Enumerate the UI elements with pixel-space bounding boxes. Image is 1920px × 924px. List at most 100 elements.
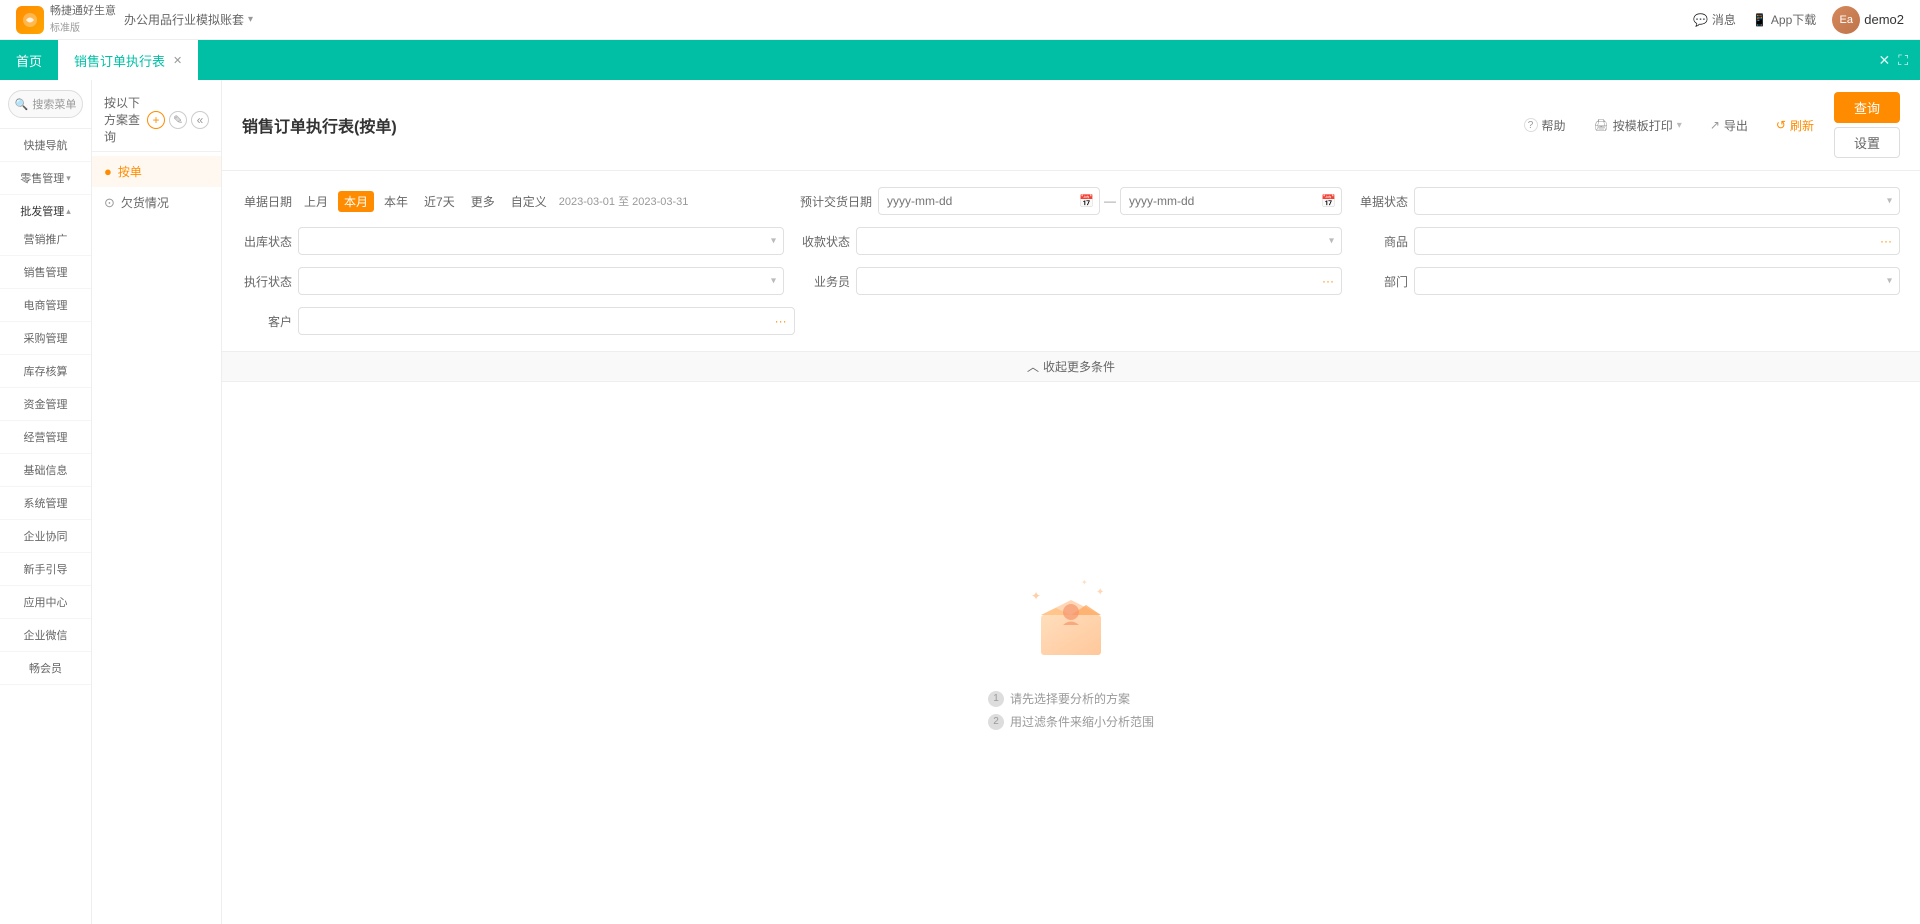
sidebar-item-purchase[interactable]: 采购管理 xyxy=(0,322,91,355)
sidebar-item-sales-mgmt-label: 销售管理 xyxy=(24,267,68,279)
user-area[interactable]: Ea demo2 xyxy=(1832,6,1904,34)
sidebar-item-finance[interactable]: 资金管理 xyxy=(0,388,91,421)
scheme-item-by-debt[interactable]: ⊙ 欠货情况 xyxy=(92,187,221,218)
sidebar-item-ops[interactable]: 经营管理 xyxy=(0,421,91,454)
header-left: 畅捷通好生意 标准版 办公用品行业模拟账套 ▾ xyxy=(16,5,253,33)
date-tab-custom[interactable]: 自定义 xyxy=(505,191,553,212)
outbound-status-select[interactable] xyxy=(298,227,784,255)
breadcrumb-dropdown-icon[interactable]: ▾ xyxy=(248,14,253,25)
template-print-btn[interactable]: 🖨 按模板打印 ▾ xyxy=(1586,113,1690,138)
sidebar-item-app-center[interactable]: 应用中心 xyxy=(0,586,91,619)
sidebar-item-inventory[interactable]: 库存核算 xyxy=(0,355,91,388)
export-btn[interactable]: ↗ 导出 xyxy=(1702,113,1756,138)
tip-1-text: 请先选择要分析的方案 xyxy=(1010,690,1130,707)
help-label: 帮助 xyxy=(1542,117,1566,134)
exec-status-select[interactable] xyxy=(298,267,784,295)
collapse-more-conditions-btn[interactable]: ︿ 收起更多条件 xyxy=(1027,358,1115,375)
page-actions: ? 帮助 🖨 按模板打印 ▾ ↗ 导出 ↺ 刷新 xyxy=(1516,92,1900,158)
tip-2-text: 用过滤条件来缩小分析范围 xyxy=(1010,713,1154,730)
salesperson-more-icon[interactable]: ··· xyxy=(1322,274,1334,288)
expected-date-from-input[interactable] xyxy=(878,187,1100,215)
dept-select-wrap: ▾ xyxy=(1414,267,1900,295)
window-close-btn[interactable]: ✕ xyxy=(1878,52,1890,69)
sidebar-item-enterprise-wechat-label: 企业微信 xyxy=(24,630,68,642)
query-button[interactable]: 查询 xyxy=(1834,92,1900,123)
sidebar-item-wholesale-mgmt[interactable]: 批发管理 ▴ xyxy=(0,195,91,223)
payment-status-select-wrap: ▾ xyxy=(856,227,1342,255)
sidebar-item-purchase-label: 采购管理 xyxy=(24,333,68,345)
scheme-item-by-order[interactable]: ● 按单 xyxy=(92,156,221,187)
message-icon: 💬 xyxy=(1693,13,1708,27)
window-maximize-btn[interactable]: ⛶ xyxy=(1898,52,1908,69)
sidebar-item-enterprise-collab[interactable]: 企业协同 xyxy=(0,520,91,553)
breadcrumb-text: 办公用品行业模拟账套 xyxy=(124,11,244,28)
goods-more-icon[interactable]: ··· xyxy=(1880,234,1892,248)
sidebar: 🔍 搜索菜单 快捷导航 零售管理 ▾ 批发管理 ▴ 营销推广 销售管理 电商管理… xyxy=(0,80,92,924)
sidebar-item-member[interactable]: 畅会员 xyxy=(0,652,91,685)
empty-tip-1: 1 请先选择要分析的方案 xyxy=(988,690,1154,707)
settings-button[interactable]: 设置 xyxy=(1834,127,1900,158)
page-title-row: 销售订单执行表(按单) ? 帮助 🖨 按模板打印 ▾ ↗ 导出 xyxy=(242,92,1900,158)
empty-tips: 1 请先选择要分析的方案 2 用过滤条件来缩小分析范围 xyxy=(988,690,1154,736)
sidebar-item-system[interactable]: 系统管理 xyxy=(0,487,91,520)
app-download-action[interactable]: 📱 App下载 xyxy=(1752,11,1816,28)
collapse-bar[interactable]: ︿ 收起更多条件 xyxy=(222,352,1920,382)
sidebar-item-marketing-label: 营销推广 xyxy=(24,234,68,246)
main-layout: 🔍 搜索菜单 快捷导航 零售管理 ▾ 批发管理 ▴ 营销推广 销售管理 电商管理… xyxy=(0,80,1920,924)
date-tab-more[interactable]: 更多 xyxy=(465,191,501,212)
date-tab-this-month[interactable]: 本月 xyxy=(338,191,374,212)
sidebar-item-retail-mgmt-label: 零售管理 xyxy=(20,170,64,186)
sidebar-item-new-user-label: 新手引导 xyxy=(24,564,68,576)
message-action[interactable]: 💬 消息 xyxy=(1693,11,1736,28)
sidebar-item-sales-mgmt[interactable]: 销售管理 xyxy=(0,256,91,289)
sidebar-item-quick-nav[interactable]: 快捷导航 xyxy=(0,129,91,162)
sidebar-item-ecommerce-label: 电商管理 xyxy=(24,300,68,312)
print-icon: 🖨 xyxy=(1594,118,1609,132)
sidebar-item-retail-mgmt[interactable]: 零售管理 ▾ xyxy=(0,162,91,195)
tab-home[interactable]: 首页 xyxy=(0,40,58,80)
refresh-btn[interactable]: ↺ 刷新 xyxy=(1768,113,1822,138)
tab-sales-order-exec[interactable]: 销售订单执行表 ✕ xyxy=(58,40,198,80)
customer-input-wrap: ··· xyxy=(298,307,795,335)
header-right: 💬 消息 📱 App下载 Ea demo2 xyxy=(1693,6,1904,34)
date-tab-this-year[interactable]: 本年 xyxy=(378,191,414,212)
collapse-label: 收起更多条件 xyxy=(1043,358,1115,375)
left-panel-header: 按以下方案查询 + ✎ « xyxy=(92,88,221,152)
sidebar-item-member-label: 畅会员 xyxy=(29,663,62,675)
wholesale-arrow: ▴ xyxy=(66,206,71,217)
tab-close-icon[interactable]: ✕ xyxy=(173,54,182,67)
tip-2-num: 2 xyxy=(988,714,1004,730)
edit-scheme-btn[interactable]: ✎ xyxy=(169,111,187,129)
sidebar-item-enterprise-wechat[interactable]: 企业微信 xyxy=(0,619,91,652)
collapse-panel-btn[interactable]: « xyxy=(191,111,209,129)
goods-input[interactable] xyxy=(1414,227,1900,255)
date-tab-last7days[interactable]: 近7天 xyxy=(418,191,461,212)
help-icon: ? xyxy=(1524,118,1538,132)
sidebar-item-ecommerce[interactable]: 电商管理 xyxy=(0,289,91,322)
expected-date-to-input[interactable] xyxy=(1120,187,1342,215)
sidebar-item-new-user[interactable]: 新手引导 xyxy=(0,553,91,586)
help-btn[interactable]: ? 帮助 xyxy=(1516,113,1574,138)
customer-more-icon[interactable]: ··· xyxy=(775,314,787,328)
sidebar-item-quick-nav-label: 快捷导航 xyxy=(24,140,68,152)
customer-input[interactable] xyxy=(298,307,795,335)
dept-label: 部门 xyxy=(1358,273,1408,290)
filter-row-2: 出库状态 ▾ 收款状态 ▾ xyxy=(242,227,1900,255)
tab-sales-order-label: 销售订单执行表 xyxy=(74,51,165,70)
breadcrumb: 办公用品行业模拟账套 ▾ xyxy=(124,11,253,28)
scheme-by-order-icon: ● xyxy=(104,164,112,179)
outbound-status-select-wrap: ▾ xyxy=(298,227,784,255)
filter-expected-date: 预计交货日期 📅 — 📅 xyxy=(800,187,1342,215)
doc-status-select[interactable] xyxy=(1414,187,1900,215)
payment-status-select[interactable] xyxy=(856,227,1342,255)
salesperson-input[interactable] xyxy=(856,267,1342,295)
search-menu-btn[interactable]: 🔍 搜索菜单 xyxy=(8,90,83,118)
add-scheme-btn[interactable]: + xyxy=(147,111,165,129)
sidebar-item-basic[interactable]: 基础信息 xyxy=(0,454,91,487)
query-settings-group: 查询 设置 xyxy=(1834,92,1900,158)
logo-area: 畅捷通好生意 标准版 xyxy=(16,5,116,33)
sidebar-item-marketing[interactable]: 营销推广 xyxy=(0,223,91,256)
dept-select[interactable] xyxy=(1414,267,1900,295)
date-tab-last-month[interactable]: 上月 xyxy=(298,191,334,212)
scheme-by-debt-label: 欠货情况 xyxy=(121,194,169,211)
